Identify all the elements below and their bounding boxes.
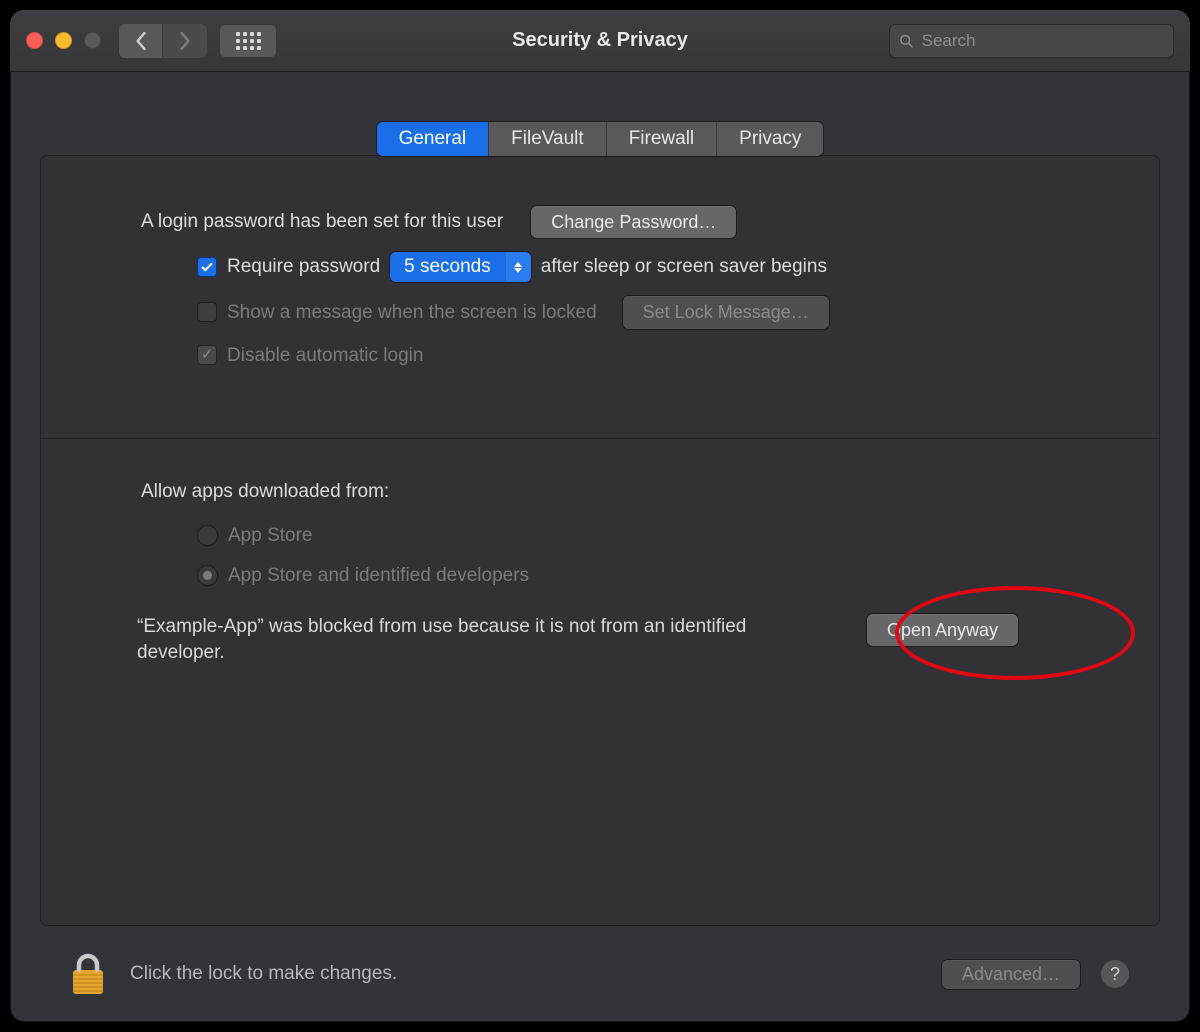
minimize-button[interactable]: [55, 32, 72, 49]
change-password-button[interactable]: Change Password…: [531, 206, 736, 238]
require-password-label: Require password: [227, 254, 380, 280]
login-password-row: A login password has been set for this u…: [141, 206, 1099, 238]
search-icon: [899, 33, 914, 49]
lock-area[interactable]: Click the lock to make changes.: [70, 952, 397, 996]
window-controls: [26, 32, 101, 49]
forward-button: [163, 24, 207, 58]
window-body: General FileVault Firewall Privacy A log…: [10, 72, 1190, 1022]
preferences-window: Security & Privacy General FileVault Fir…: [10, 10, 1190, 1022]
general-panel: A login password has been set for this u…: [40, 155, 1160, 926]
search-field[interactable]: [889, 24, 1174, 58]
lock-message: Click the lock to make changes.: [130, 963, 397, 985]
stepper-icon: [505, 252, 531, 282]
disable-auto-login-row: Disable automatic login: [197, 343, 1099, 369]
tab-firewall[interactable]: Firewall: [607, 122, 717, 156]
allow-apps-option-app-store: App Store: [197, 523, 1099, 549]
blocked-app-row: “Example-App” was blocked from use becau…: [137, 614, 1099, 665]
back-button[interactable]: [119, 24, 163, 58]
radio-app-store-label: App Store: [228, 523, 313, 549]
delay-value: 5 seconds: [390, 254, 505, 280]
tab-general[interactable]: General: [377, 122, 490, 156]
titlebar: Security & Privacy: [10, 10, 1190, 72]
set-lock-message-button: Set Lock Message…: [623, 296, 829, 328]
lock-message-row: Show a message when the screen is locked…: [197, 296, 1099, 328]
require-password-delay-select[interactable]: 5 seconds: [390, 252, 531, 282]
login-password-label: A login password has been set for this u…: [141, 209, 503, 235]
tab-filevault[interactable]: FileVault: [489, 122, 607, 156]
tab-privacy[interactable]: Privacy: [717, 122, 823, 156]
disable-auto-login-label: Disable automatic login: [227, 343, 423, 369]
radio-identified-developers: [197, 565, 218, 586]
zoom-button: [84, 32, 101, 49]
open-anyway-button[interactable]: Open Anyway: [867, 614, 1018, 646]
grid-icon: [236, 32, 261, 50]
nav-back-forward: [119, 24, 207, 58]
lock-icon: [70, 952, 106, 996]
blocked-app-message: “Example-App” was blocked from use becau…: [137, 614, 837, 665]
show-all-button[interactable]: [219, 24, 277, 58]
close-button[interactable]: [26, 32, 43, 49]
tab-bar: General FileVault Firewall Privacy: [377, 122, 824, 156]
footer: Click the lock to make changes. Advanced…: [40, 926, 1160, 1022]
disable-auto-login-checkbox: [197, 345, 217, 365]
allow-apps-heading: Allow apps downloaded from:: [141, 479, 1099, 505]
lock-message-label: Show a message when the screen is locked: [227, 300, 597, 326]
help-button[interactable]: ?: [1100, 959, 1130, 989]
require-password-checkbox[interactable]: [197, 257, 217, 277]
radio-identified-label: App Store and identified developers: [228, 563, 529, 589]
radio-app-store: [197, 525, 218, 546]
require-password-suffix: after sleep or screen saver begins: [541, 254, 827, 280]
allow-apps-option-identified: App Store and identified developers: [197, 563, 1099, 589]
advanced-button[interactable]: Advanced…: [942, 960, 1080, 989]
divider: [41, 438, 1159, 439]
lock-message-checkbox: [197, 302, 217, 322]
search-input[interactable]: [922, 31, 1164, 51]
require-password-row: Require password 5 seconds after sleep o…: [197, 252, 1099, 282]
